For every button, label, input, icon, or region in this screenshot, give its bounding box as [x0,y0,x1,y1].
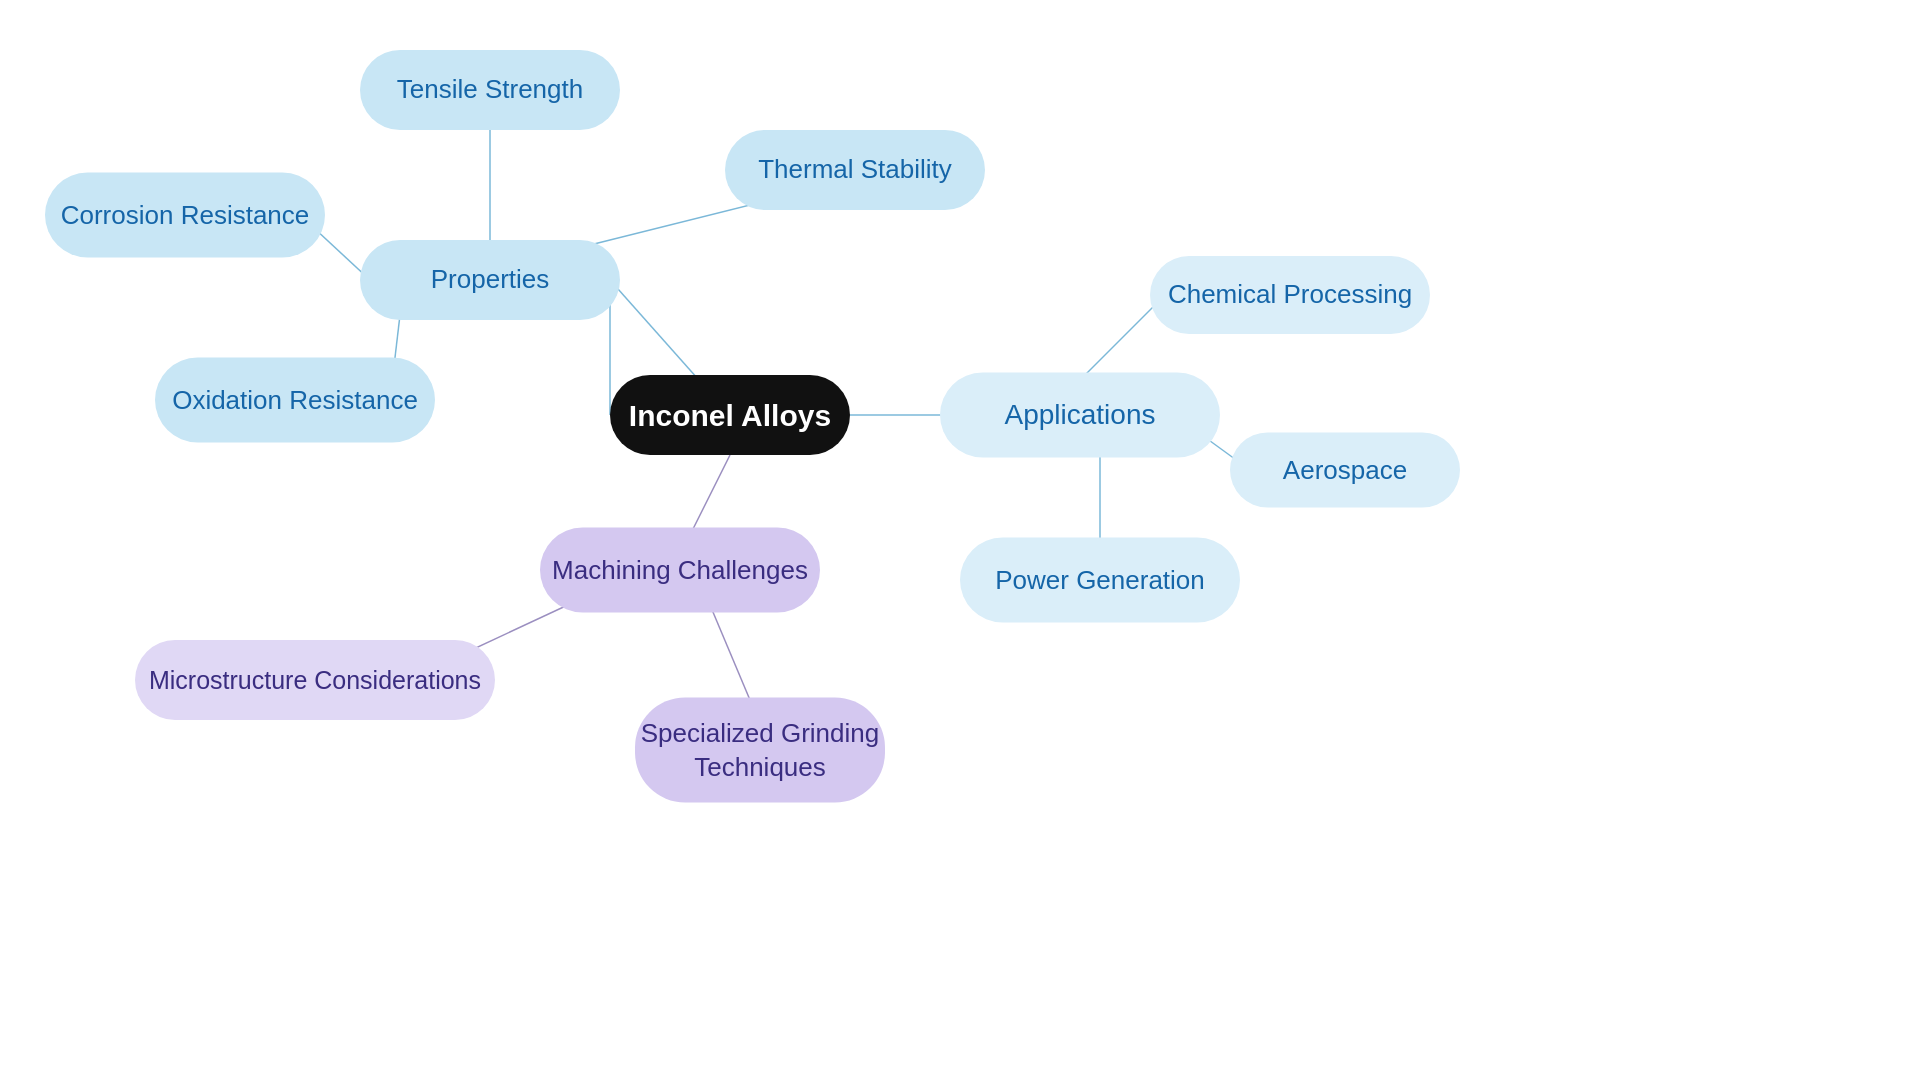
aerospace-node: Aerospace [1230,433,1460,508]
thermal-stability-node: Thermal Stability [725,130,985,210]
applications-node: Applications [940,373,1220,458]
center-node: Inconel Alloys [610,375,850,455]
properties-node: Properties [360,240,620,320]
power-generation-node: Power Generation [960,538,1240,623]
oxidation-resistance-node: Oxidation Resistance [155,358,435,443]
specialized-grinding-techniques-node: Specialized Grinding Techniques [635,698,885,803]
svg-line-10 [690,455,730,535]
tensile-strength-node: Tensile Strength [360,50,620,130]
chemical-processing-node: Chemical Processing [1150,256,1430,334]
machining-challenges-node: Machining Challenges [540,528,820,613]
corrosion-resistance-node: Corrosion Resistance [45,173,325,258]
microstructure-considerations-node: Microstructure Considerations [135,640,495,720]
svg-line-12 [710,605,750,700]
